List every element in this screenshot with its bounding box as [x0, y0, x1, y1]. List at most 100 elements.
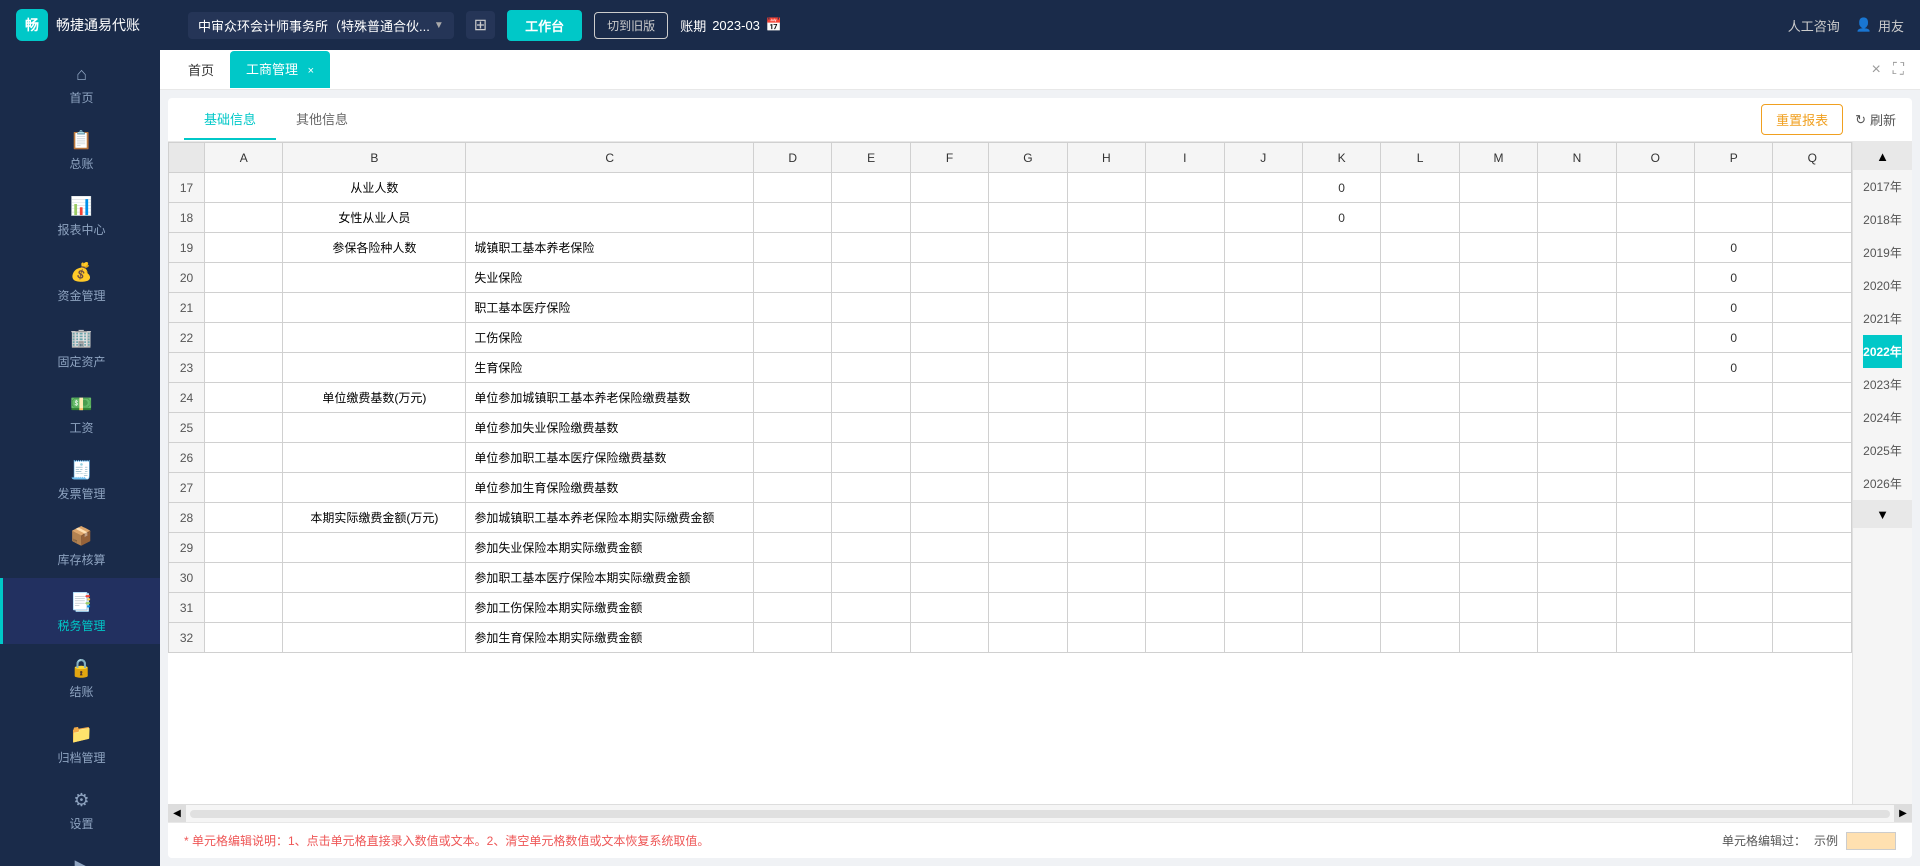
data-cell[interactable]: [832, 233, 910, 263]
cell-a[interactable]: [205, 203, 283, 233]
data-cell[interactable]: [1773, 263, 1852, 293]
data-cell[interactable]: [753, 383, 831, 413]
cell-c[interactable]: 单位参加职工基本医疗保险缴费基数: [466, 443, 754, 473]
data-cell[interactable]: [1616, 593, 1694, 623]
data-cell[interactable]: [1224, 563, 1302, 593]
data-cell[interactable]: [1067, 173, 1145, 203]
data-cell[interactable]: [1146, 233, 1224, 263]
data-cell[interactable]: [1067, 233, 1145, 263]
data-cell[interactable]: [753, 323, 831, 353]
sidebar-item-settings[interactable]: ⚙ 设置: [0, 776, 160, 842]
data-cell[interactable]: [1773, 233, 1852, 263]
data-cell[interactable]: [1381, 353, 1459, 383]
data-cell[interactable]: 0: [1302, 203, 1380, 233]
data-cell[interactable]: [1146, 263, 1224, 293]
cell-b[interactable]: 本期实际缴费金额(万元): [283, 503, 466, 533]
data-cell[interactable]: [1538, 203, 1616, 233]
cell-b[interactable]: [283, 593, 466, 623]
cell-b[interactable]: [283, 413, 466, 443]
data-cell[interactable]: [910, 623, 988, 653]
data-cell[interactable]: [1773, 173, 1852, 203]
data-cell[interactable]: [1459, 263, 1537, 293]
sidebar-item-home[interactable]: ⌂ 首页: [0, 50, 160, 116]
data-cell[interactable]: [1302, 293, 1380, 323]
data-cell[interactable]: [1616, 473, 1694, 503]
data-cell[interactable]: [1224, 473, 1302, 503]
data-cell[interactable]: [1616, 293, 1694, 323]
data-cell[interactable]: [910, 563, 988, 593]
sidebar-item-invoice[interactable]: 🧾 发票管理: [0, 446, 160, 512]
data-cell[interactable]: [753, 413, 831, 443]
data-cell[interactable]: [1224, 413, 1302, 443]
sub-tab-basic[interactable]: 基础信息: [184, 99, 276, 140]
data-cell[interactable]: [1538, 593, 1616, 623]
data-cell[interactable]: [1146, 563, 1224, 593]
data-cell[interactable]: [910, 503, 988, 533]
data-cell[interactable]: 0: [1695, 233, 1773, 263]
data-cell[interactable]: [1146, 323, 1224, 353]
data-cell[interactable]: [1381, 173, 1459, 203]
data-cell[interactable]: [1538, 443, 1616, 473]
hscroll-right-button[interactable]: ▶: [1894, 805, 1912, 823]
data-cell[interactable]: [832, 413, 910, 443]
data-cell[interactable]: [1146, 203, 1224, 233]
data-cell[interactable]: [1538, 233, 1616, 263]
data-cell[interactable]: [1381, 263, 1459, 293]
data-cell[interactable]: [1302, 503, 1380, 533]
cell-a[interactable]: [205, 383, 283, 413]
data-cell[interactable]: [832, 563, 910, 593]
calendar-icon[interactable]: 📅: [766, 17, 782, 33]
cell-a[interactable]: [205, 293, 283, 323]
tab-business-management[interactable]: 工商管理 ×: [230, 51, 330, 88]
data-cell[interactable]: [1224, 173, 1302, 203]
workbench-button[interactable]: 工作台: [507, 10, 582, 41]
data-cell[interactable]: [1773, 383, 1852, 413]
data-cell[interactable]: [1067, 353, 1145, 383]
data-cell[interactable]: [1146, 473, 1224, 503]
data-cell[interactable]: [989, 503, 1067, 533]
data-cell[interactable]: [1224, 623, 1302, 653]
cell-a[interactable]: [205, 623, 283, 653]
cell-a[interactable]: [205, 413, 283, 443]
data-cell[interactable]: [1224, 263, 1302, 293]
data-cell[interactable]: [1224, 503, 1302, 533]
sidebar-item-ledger[interactable]: 📋 总账: [0, 116, 160, 182]
data-cell[interactable]: [1224, 293, 1302, 323]
data-cell[interactable]: [753, 233, 831, 263]
data-cell[interactable]: [1224, 203, 1302, 233]
data-cell[interactable]: [1773, 203, 1852, 233]
data-cell[interactable]: [1146, 443, 1224, 473]
cell-a[interactable]: [205, 593, 283, 623]
data-cell[interactable]: [1616, 503, 1694, 533]
data-cell[interactable]: [1146, 533, 1224, 563]
data-cell[interactable]: [1067, 473, 1145, 503]
data-cell[interactable]: [753, 473, 831, 503]
data-cell[interactable]: [1616, 323, 1694, 353]
data-cell[interactable]: [910, 353, 988, 383]
sidebar-item-asset[interactable]: 🏢 固定资产: [0, 314, 160, 380]
data-cell[interactable]: [1459, 563, 1537, 593]
data-cell[interactable]: [832, 173, 910, 203]
year-panel-down-nav[interactable]: ▼: [1853, 500, 1912, 528]
data-cell[interactable]: [1146, 503, 1224, 533]
cell-c[interactable]: 单位参加城镇职工基本养老保险缴费基数: [466, 383, 754, 413]
sidebar-item-archive[interactable]: 📁 归档管理: [0, 710, 160, 776]
data-cell[interactable]: [1381, 383, 1459, 413]
data-cell[interactable]: [753, 203, 831, 233]
data-cell[interactable]: [1459, 623, 1537, 653]
year-item[interactable]: 2022年: [1863, 335, 1902, 368]
cell-b[interactable]: [283, 533, 466, 563]
data-cell[interactable]: [910, 533, 988, 563]
data-cell[interactable]: [1302, 443, 1380, 473]
data-cell[interactable]: [1773, 503, 1852, 533]
cell-c[interactable]: 生育保险: [466, 353, 754, 383]
data-cell[interactable]: [753, 353, 831, 383]
data-cell[interactable]: [1302, 353, 1380, 383]
data-cell[interactable]: 0: [1302, 173, 1380, 203]
data-cell[interactable]: [1381, 533, 1459, 563]
data-cell[interactable]: [1616, 353, 1694, 383]
data-cell[interactable]: [1538, 503, 1616, 533]
data-cell[interactable]: [1302, 563, 1380, 593]
data-cell[interactable]: [989, 563, 1067, 593]
data-cell[interactable]: [1224, 593, 1302, 623]
